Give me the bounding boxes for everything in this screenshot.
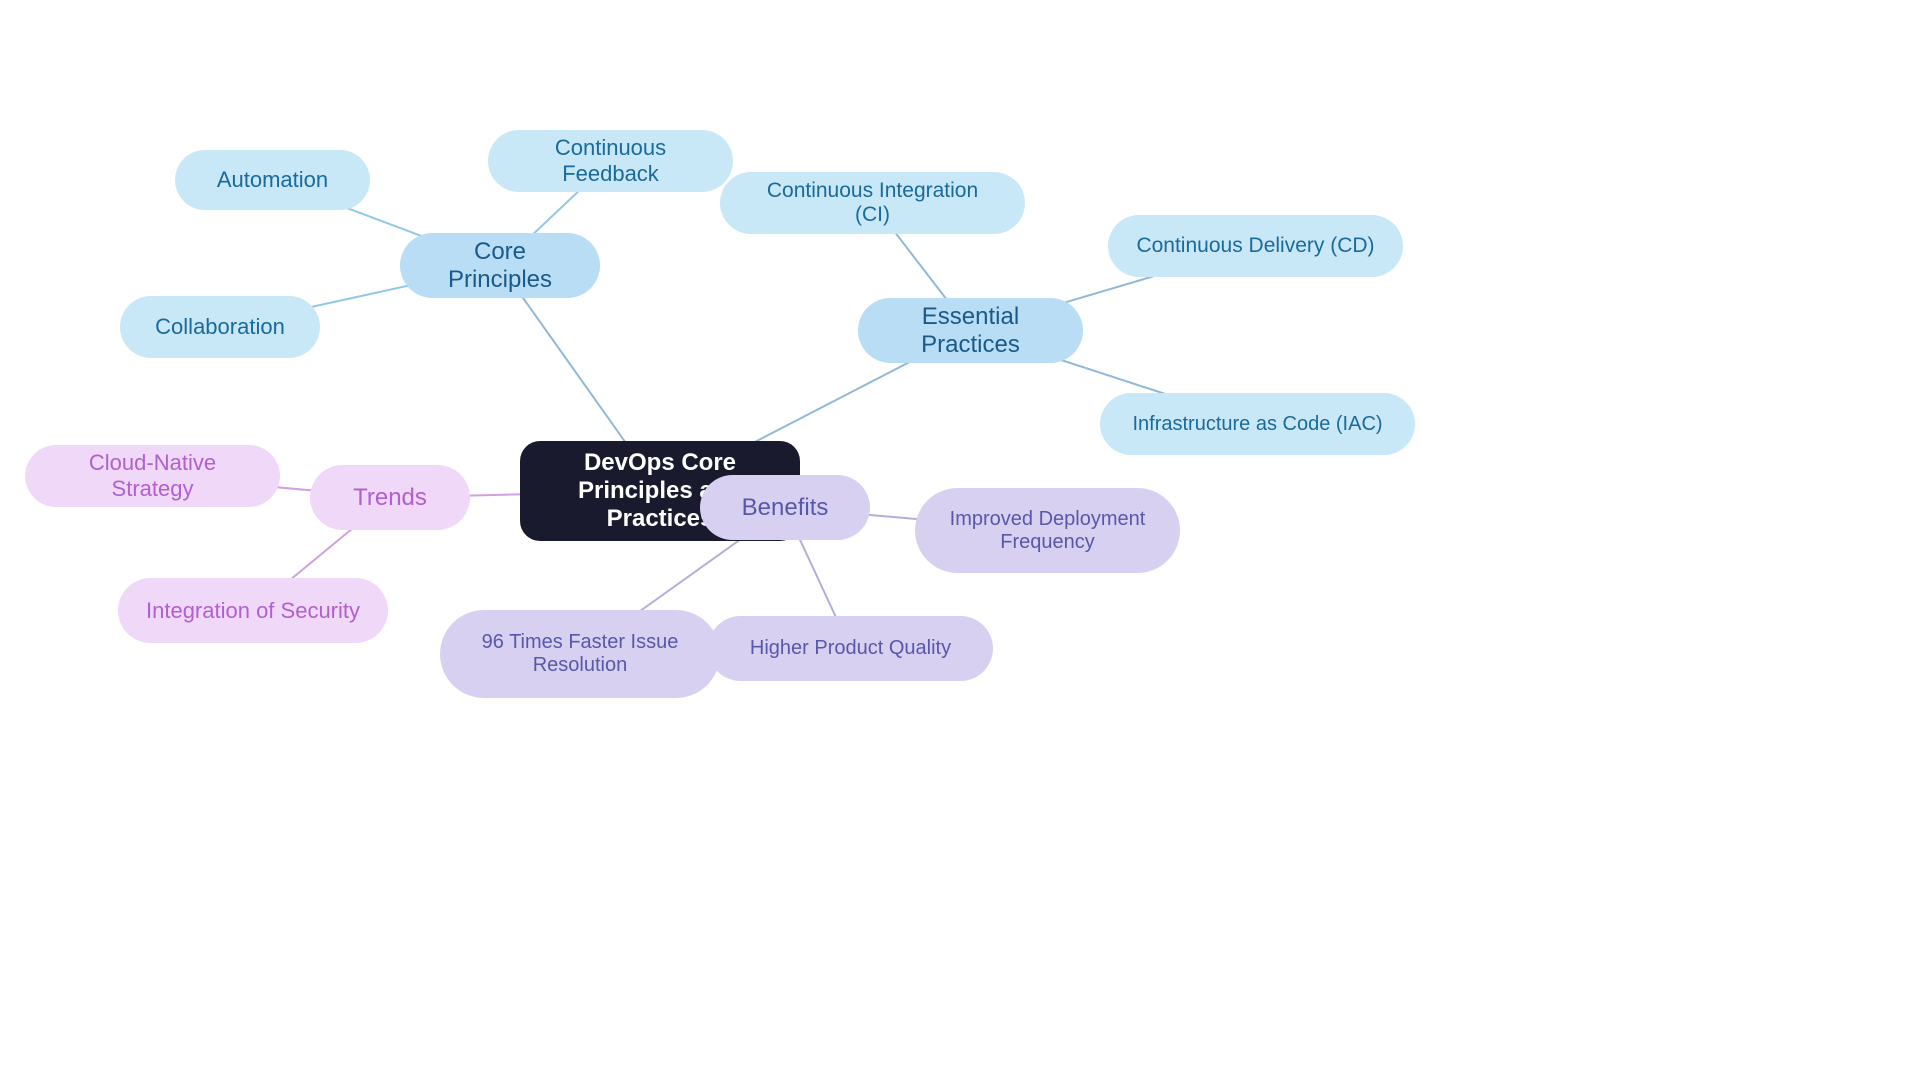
higher-product-quality-node: Higher Product Quality (708, 616, 993, 681)
cloud-native-strategy-label: Cloud-Native Strategy (53, 450, 252, 502)
trends-label: Trends (353, 484, 427, 512)
improved-deployment-label: Improved Deployment Frequency (950, 508, 1146, 554)
core-principles-node: Core Principles (400, 233, 600, 298)
trends-node: Trends (310, 465, 470, 530)
higher-product-quality-label: Higher Product Quality (750, 637, 951, 660)
automation-label: Automation (217, 167, 328, 193)
integration-of-security-node: Integration of Security (118, 578, 388, 643)
faster-issue-resolution-node: 96 Times Faster Issue Resolution (440, 610, 720, 698)
continuous-delivery-label: Continuous Delivery (CD) (1136, 234, 1374, 258)
cloud-native-strategy-node: Cloud-Native Strategy (25, 445, 280, 507)
continuous-integration-node: Continuous Integration (CI) (720, 172, 1025, 234)
infrastructure-as-code-label: Infrastructure as Code (IAC) (1132, 413, 1382, 436)
benefits-label: Benefits (742, 494, 829, 522)
collaboration-node: Collaboration (120, 296, 320, 358)
faster-issue-resolution-label: 96 Times Faster Issue Resolution (482, 631, 679, 677)
improved-deployment-node: Improved Deployment Frequency (915, 488, 1180, 573)
infrastructure-as-code-node: Infrastructure as Code (IAC) (1100, 393, 1415, 455)
essential-practices-label: Essential Practices (886, 303, 1055, 359)
essential-practices-node: Essential Practices (858, 298, 1083, 363)
integration-of-security-label: Integration of Security (146, 598, 360, 624)
continuous-integration-label: Continuous Integration (CI) (748, 179, 997, 227)
collaboration-label: Collaboration (155, 314, 285, 340)
core-principles-label: Core Principles (428, 238, 572, 294)
continuous-feedback-node: Continuous Feedback (488, 130, 733, 192)
continuous-delivery-node: Continuous Delivery (CD) (1108, 215, 1403, 277)
continuous-feedback-label: Continuous Feedback (516, 135, 705, 187)
benefits-node: Benefits (700, 475, 870, 540)
automation-node: Automation (175, 150, 370, 210)
